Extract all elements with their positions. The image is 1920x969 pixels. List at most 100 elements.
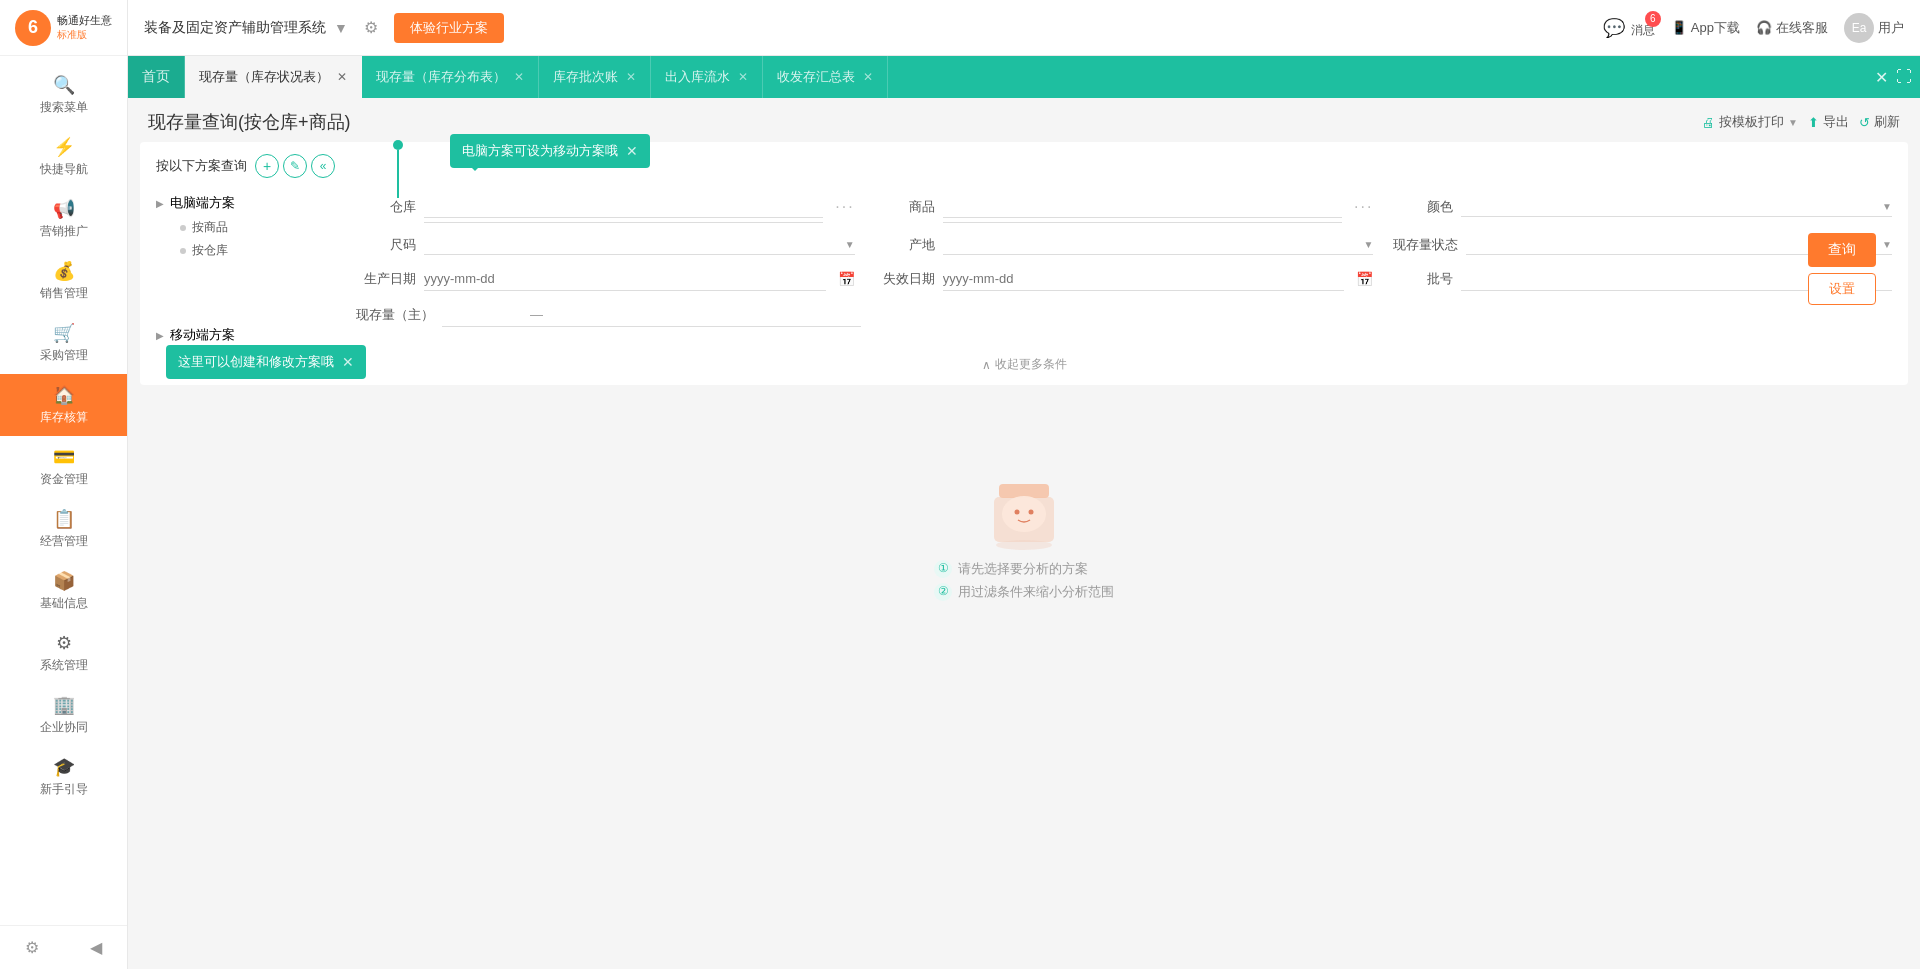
sidebar-item-system[interactable]: ⚙系统管理: [0, 622, 127, 684]
scheme-sub-by-warehouse[interactable]: 按仓库: [156, 239, 336, 262]
empty-hint-1: ① 请先选择要分析的方案: [934, 557, 1114, 580]
sidebar-item-inventory[interactable]: 🏠库存核算: [0, 374, 127, 436]
refresh-icon: ↺: [1859, 115, 1870, 130]
tab-inventory-dist[interactable]: 现存量（库存分布表）✕: [362, 56, 539, 98]
sidebar-item-marketing[interactable]: 📢营销推广: [0, 188, 127, 250]
phone-icon: 📱: [1671, 20, 1687, 35]
svg-point-5: [996, 540, 1052, 550]
product-label: 商品: [875, 198, 935, 216]
logo-text: 畅通好生意 标准版: [57, 13, 112, 42]
sidebar-item-purchase[interactable]: 🛒采购管理: [0, 312, 127, 374]
sidebar-item-basic[interactable]: 📦基础信息: [0, 560, 127, 622]
tab-close-receive-dispatch[interactable]: ✕: [863, 70, 873, 84]
tooltip1-close-btn[interactable]: ✕: [626, 143, 638, 159]
sidebar-label-purchase: 采购管理: [40, 347, 88, 364]
user-area[interactable]: Ea 用户: [1844, 13, 1904, 43]
edit-scheme-btn[interactable]: ✎: [283, 154, 307, 178]
collapse-bar: ∧ 收起更多条件: [156, 356, 1892, 373]
tab-home[interactable]: 首页: [128, 56, 185, 98]
tab-receive-dispatch[interactable]: 收发存汇总表 ✕: [763, 56, 888, 98]
header-settings-icon[interactable]: ⚙: [364, 18, 378, 37]
tooltip2-close-btn[interactable]: ✕: [342, 354, 354, 370]
collapse-btn[interactable]: ∧ 收起更多条件: [982, 356, 1067, 373]
sidebar-label-nav: 快捷导航: [40, 161, 88, 178]
svg-point-4: [1029, 510, 1034, 515]
tab-inventory-status[interactable]: 现存量（库存状况表）✕: [185, 56, 362, 98]
product-dots[interactable]: ···: [1354, 198, 1373, 216]
sidebar-item-finance[interactable]: 💳资金管理: [0, 436, 127, 498]
tab-label-receive-dispatch: 收发存汇总表: [777, 68, 855, 86]
warehouse-input[interactable]: [424, 194, 823, 218]
filter-warehouse: 仓库 ···: [356, 190, 855, 223]
logo-icon: 6: [15, 10, 51, 46]
filter-row-2: 尺码 ▼ 产地 ▼ 现存量状态: [356, 235, 1892, 255]
production-date-calendar-icon[interactable]: 📅: [838, 271, 855, 287]
desktop-scheme-item[interactable]: ▶ 电脑端方案: [156, 190, 336, 216]
tab-close-inventory-status[interactable]: ✕: [337, 70, 347, 84]
connector-dot: [393, 140, 403, 150]
industry-btn[interactable]: 体验行业方案: [394, 13, 504, 43]
print-btn[interactable]: 🖨 按模板打印 ▼: [1702, 113, 1798, 131]
page-title: 现存量查询(按仓库+商品): [148, 110, 351, 134]
sidebar-item-sales[interactable]: 💰销售管理: [0, 250, 127, 312]
filter-origin: 产地 ▼: [875, 235, 1374, 255]
warehouse-dots[interactable]: ···: [835, 198, 854, 216]
print-icon: 🖨: [1702, 115, 1715, 130]
sidebar-label-enterprise: 企业协同: [40, 719, 88, 736]
sidebar-label-sales: 销售管理: [40, 285, 88, 302]
sidebar-label-basic: 基础信息: [40, 595, 88, 612]
tab-batch-account[interactable]: 库存批次账✕: [539, 56, 651, 98]
collapse-sidebar-icon[interactable]: ◀: [90, 938, 102, 957]
online-support-btn[interactable]: 🎧 在线客服: [1756, 19, 1828, 37]
stock-main-from-input[interactable]: [442, 303, 522, 326]
query-btn[interactable]: 查询: [1808, 233, 1876, 267]
tab-close-batch-account[interactable]: ✕: [626, 70, 636, 84]
range-between: —: [526, 307, 547, 322]
empty-hint-2: ② 用过滤条件来缩小分析范围: [934, 580, 1114, 603]
main-content: 现存量查询(按仓库+商品) 🖨 按模板打印 ▼ ⬆ 导出 ↺ 刷新 按以下方案查…: [128, 98, 1920, 969]
scheme-sub-by-product[interactable]: 按商品: [156, 216, 336, 239]
sidebar-item-operation[interactable]: 📋经营管理: [0, 498, 127, 560]
sidebar-item-guide[interactable]: 🎓新手引导: [0, 746, 127, 808]
sidebar-item-search[interactable]: 🔍搜索菜单: [0, 64, 127, 126]
warehouse-label: 仓库: [356, 198, 416, 216]
connector-line: [397, 150, 399, 198]
expiry-date-calendar-icon[interactable]: 📅: [1356, 271, 1373, 287]
notification-btn[interactable]: 💬 6 消息: [1603, 17, 1655, 39]
expand-icon[interactable]: ⛶: [1896, 68, 1912, 86]
svg-point-2: [1002, 496, 1046, 532]
close-all-tabs-icon[interactable]: ✕: [1875, 68, 1888, 87]
tooltip-create-scheme: 这里可以创建和修改方案哦 ✕: [166, 345, 366, 379]
nav-back-btn[interactable]: «: [311, 154, 335, 178]
product-input[interactable]: [943, 194, 1342, 218]
origin-label: 产地: [875, 236, 935, 254]
tab-close-in-out-flow[interactable]: ✕: [738, 70, 748, 84]
expiry-date-input[interactable]: [943, 267, 1345, 291]
sidebar-item-nav[interactable]: ⚡快捷导航: [0, 126, 127, 188]
system-select-icon[interactable]: ▼: [334, 20, 348, 36]
empty-text-block: ① 请先选择要分析的方案 ② 用过滤条件来缩小分析范围: [934, 557, 1114, 604]
avatar: Ea: [1844, 13, 1874, 43]
scheme-panel: ▶ 电脑端方案 按商品 按仓库 这里可以创建和修改方案哦 ✕ ▶: [156, 190, 336, 348]
sidebar-item-enterprise[interactable]: 🏢企业协同: [0, 684, 127, 746]
tab-close-inventory-dist[interactable]: ✕: [514, 70, 524, 84]
set-btn[interactable]: 设置: [1808, 273, 1876, 305]
settings-icon[interactable]: ⚙: [25, 938, 39, 957]
logo: 6 畅通好生意 标准版: [0, 0, 127, 56]
refresh-btn[interactable]: ↺ 刷新: [1859, 113, 1900, 131]
mobile-arrow-icon: ▶: [156, 330, 164, 341]
filter-fields: 仓库 ··· 商品 ··· 颜色: [356, 190, 1892, 348]
add-scheme-btn[interactable]: +: [255, 154, 279, 178]
sidebar: 6 畅通好生意 标准版 🔍搜索菜单⚡快捷导航📢营销推广💰销售管理🛒采购管理🏠库存…: [0, 0, 128, 969]
export-btn[interactable]: ⬆ 导出: [1808, 113, 1849, 131]
filter-size: 尺码 ▼: [356, 235, 855, 255]
svg-rect-1: [999, 484, 1049, 498]
tab-in-out-flow[interactable]: 出入库流水✕: [651, 56, 763, 98]
tab-bar-end: ✕ ⛶: [1875, 68, 1920, 87]
marketing-icon: 📢: [53, 198, 75, 220]
production-date-input[interactable]: [424, 267, 826, 291]
stock-main-to-input[interactable]: [551, 303, 631, 326]
dot-connector: [393, 140, 403, 198]
guide-icon: 🎓: [53, 756, 75, 778]
app-download-btn[interactable]: 📱 App下载: [1671, 19, 1740, 37]
